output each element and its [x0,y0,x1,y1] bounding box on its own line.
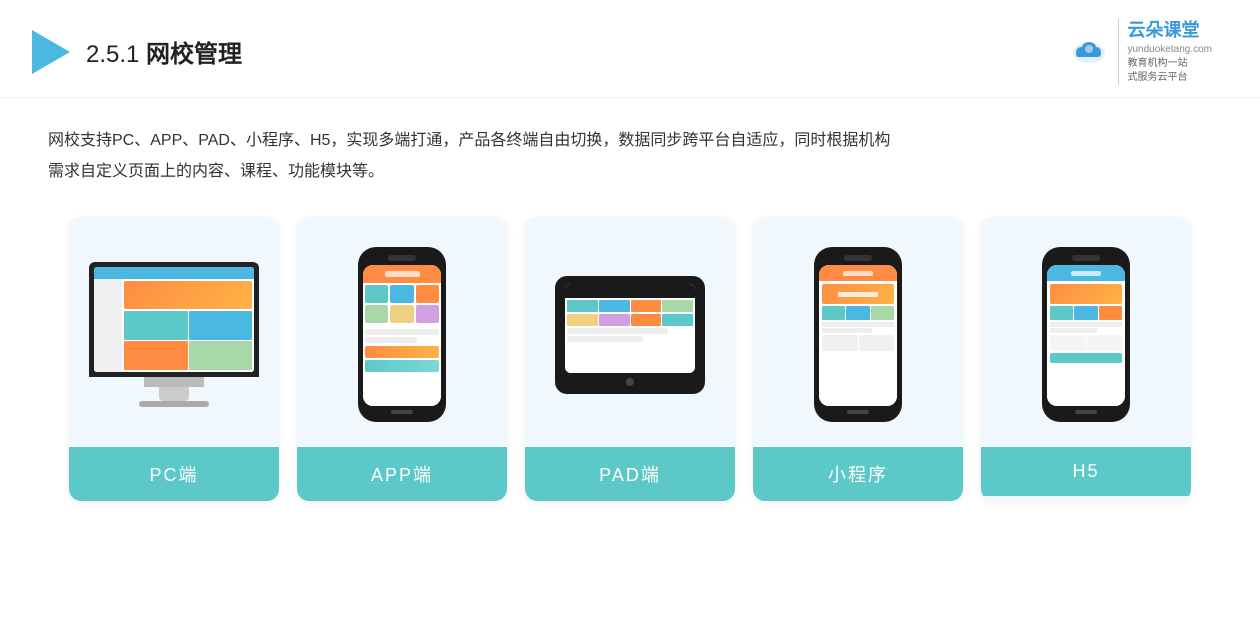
device-h5-mockup [1042,247,1130,422]
card-app-image [297,217,507,447]
phone-notch-h5 [1072,255,1100,261]
device-pad-mockup [555,276,705,394]
section-number: 2.5.1 [86,41,146,68]
card-miniprogram: 小程序 [753,217,963,501]
device-pc-mockup [89,262,259,407]
phone-screen-mini [819,265,897,406]
device-app-mockup [358,247,446,422]
section-title: 网校管理 [146,41,242,68]
pc-screen-outer [89,262,259,377]
phone-home-mini [847,410,869,414]
pc-screen-inner [94,267,254,372]
header: 2.5.1 网校管理 云朵课堂 yunduoketang.com 教育机构一站 … [0,0,1260,98]
page: 2.5.1 网校管理 云朵课堂 yunduoketang.com 教育机构一站 … [0,0,1260,630]
phone-home-app [391,410,413,414]
brand-text: 云朵课堂 yunduoketang.com 教育机构一站 式服务云平台 [1118,18,1212,85]
pad-outer [555,276,705,394]
pc-base [144,377,204,387]
phone-outer-h5 [1042,247,1130,422]
logo-triangle-icon [32,30,70,74]
phone-notch-app [388,255,416,261]
header-right: 云朵课堂 yunduoketang.com 教育机构一站 式服务云平台 [1068,18,1212,85]
card-pc-label: PC端 [69,447,279,501]
card-pad-image [525,217,735,447]
page-title: 2.5.1 网校管理 [86,34,242,69]
header-left: 2.5.1 网校管理 [32,30,242,74]
card-h5-image [981,217,1191,447]
pc-stand [159,387,189,401]
phone-outer-mini [814,247,902,422]
card-app: APP端 [297,217,507,501]
pc-foot [139,401,209,407]
phone-screen-h5 [1047,265,1125,406]
description-text: 网校支持PC、APP、PAD、小程序、H5，实现多端打通，产品各终端自由切换，数… [48,126,1212,187]
pad-home-dot [626,378,634,386]
cloud-icon [1068,31,1110,73]
device-cards-row: PC端 [48,217,1212,501]
content-area: 网校支持PC、APP、PAD、小程序、H5，实现多端打通，产品各终端自由切换，数… [0,98,1260,630]
device-miniprogram-mockup [814,247,902,422]
brand-tagline: 教育机构一站 式服务云平台 [1127,57,1212,85]
pad-screen [565,284,695,373]
brand-name: 云朵课堂 [1127,18,1212,43]
phone-notch-mini [844,255,872,261]
card-pc-image [69,217,279,447]
brand-logo: 云朵课堂 yunduoketang.com 教育机构一站 式服务云平台 [1068,18,1212,85]
card-app-label: APP端 [297,447,507,501]
brand-url: yunduoketang.com [1127,43,1212,57]
phone-outer-app [358,247,446,422]
card-miniprogram-image [753,217,963,447]
card-pc: PC端 [69,217,279,501]
card-h5-label: H5 [981,447,1191,496]
card-miniprogram-label: 小程序 [753,447,963,501]
phone-screen-app [363,265,441,406]
card-pad-label: PAD端 [525,447,735,501]
card-pad: PAD端 [525,217,735,501]
card-h5: H5 [981,217,1191,501]
phone-home-h5 [1075,410,1097,414]
